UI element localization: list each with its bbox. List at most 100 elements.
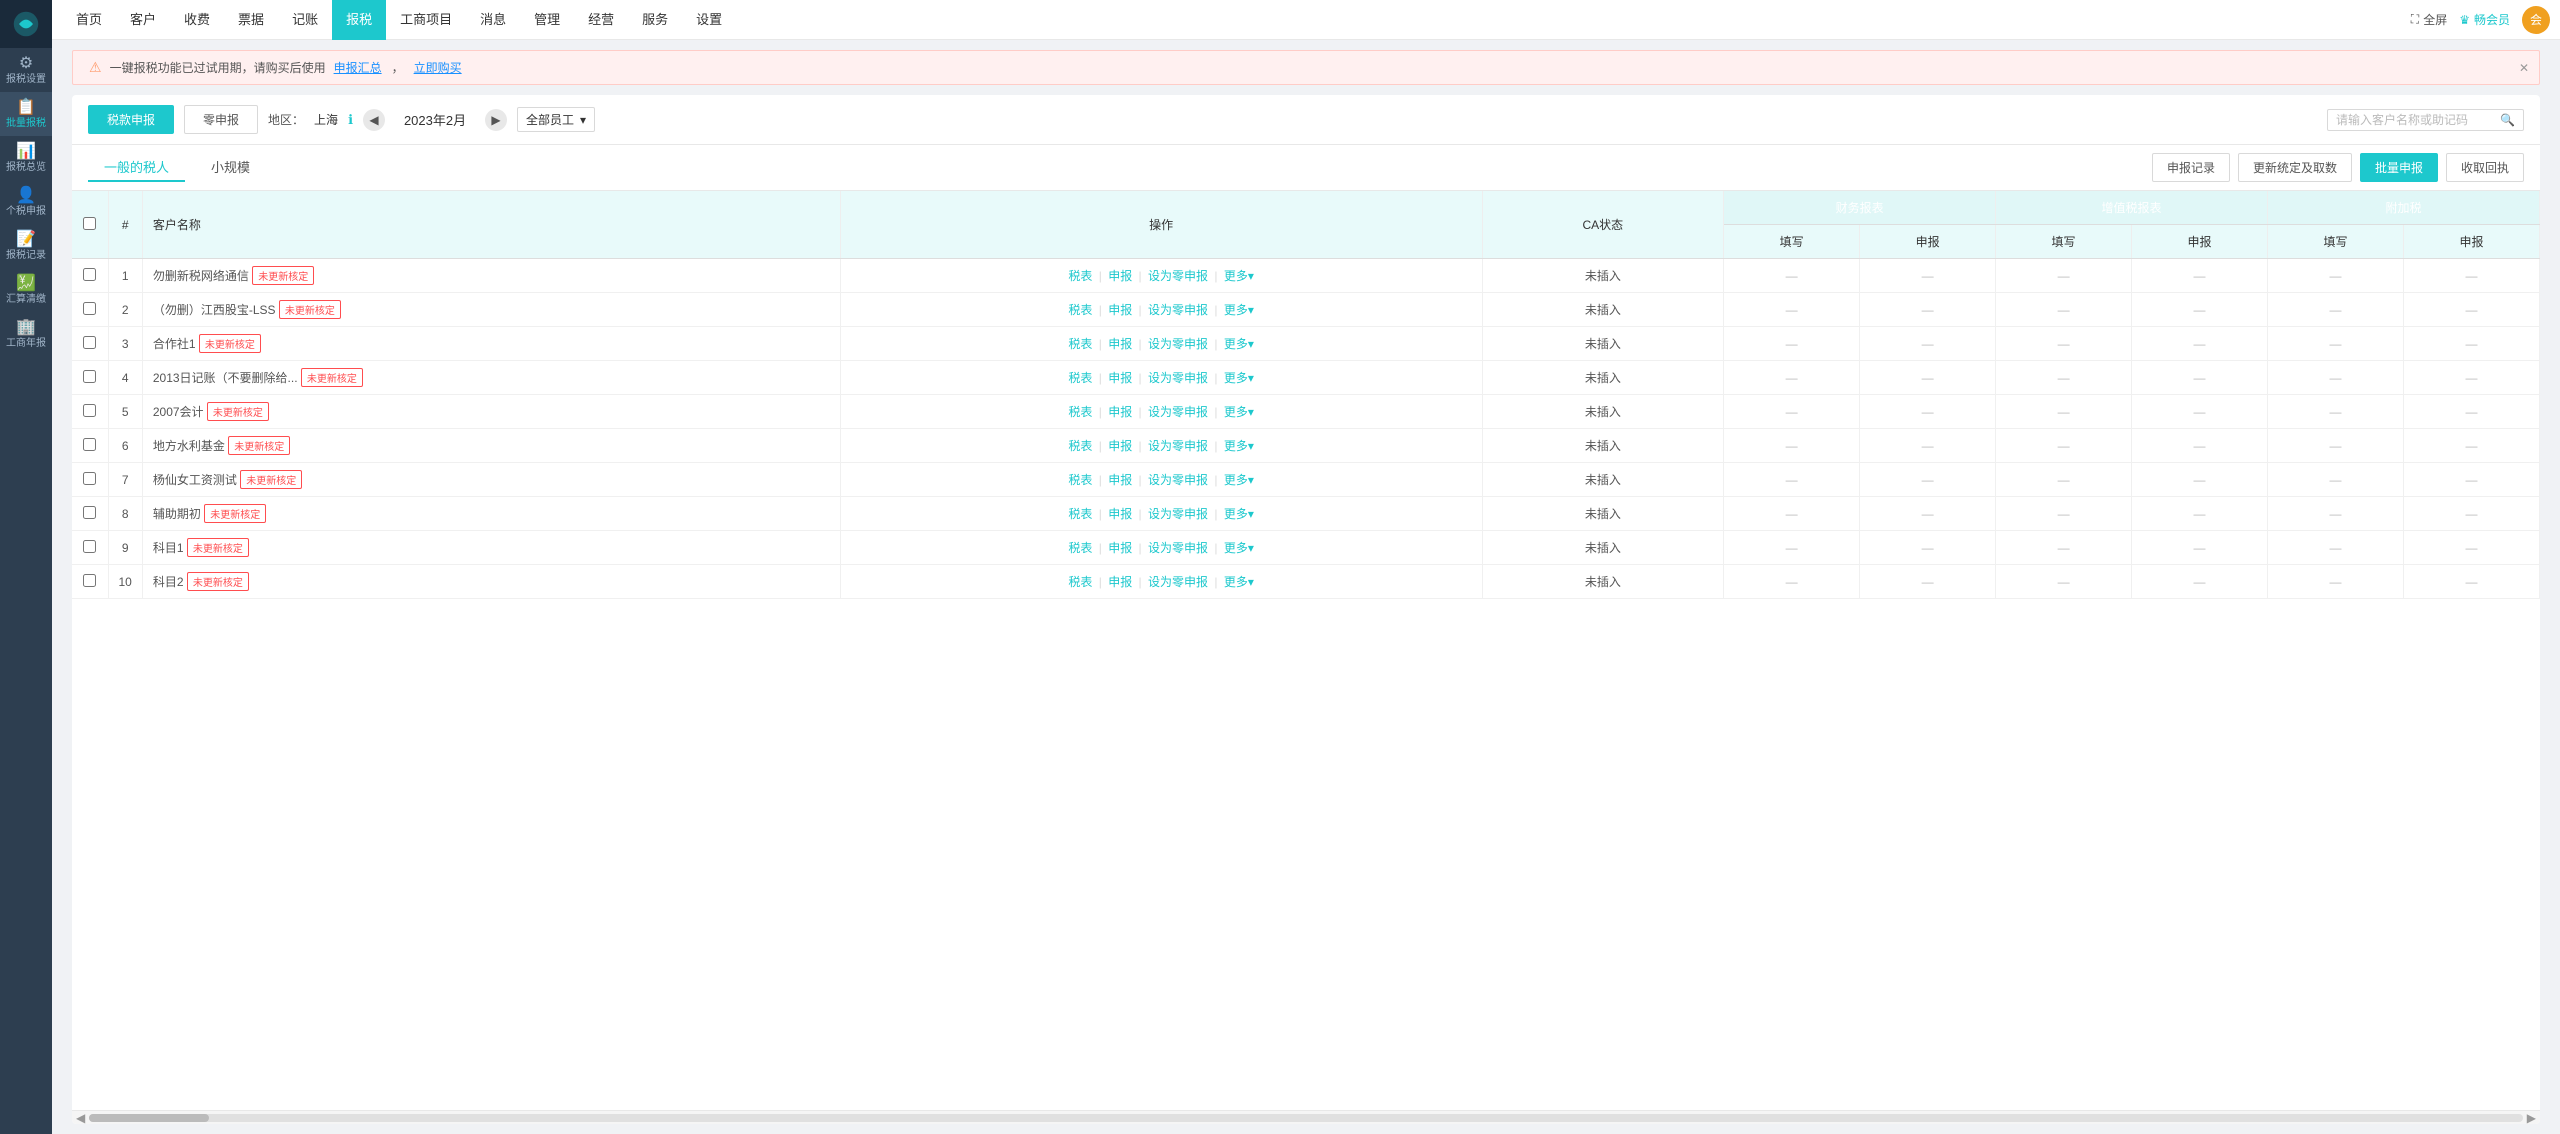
op-zero-declare[interactable]: 设为零申报 [1148, 575, 1208, 589]
fullscreen-button[interactable]: ⛶ 全屏 [2411, 11, 2447, 28]
tab-tax-declaration[interactable]: 税款申报 [88, 105, 174, 134]
row-checkbox[interactable] [83, 506, 96, 519]
op-more[interactable]: 更多▾ [1224, 575, 1254, 589]
row-checkbox[interactable] [83, 574, 96, 587]
tab-general-taxpayer[interactable]: 一般的税人 [88, 153, 185, 182]
op-tax-table[interactable]: 税表 [1068, 371, 1092, 385]
horizontal-scrollbar[interactable]: ◀ ▶ [72, 1110, 2540, 1124]
op-more[interactable]: 更多▾ [1224, 507, 1254, 521]
sidebar-item-tax-records[interactable]: 📝 报税记录 [0, 224, 52, 268]
op-tax-table[interactable]: 税表 [1068, 303, 1092, 317]
op-tax-table[interactable]: 税表 [1068, 507, 1092, 521]
sidebar-item-tax-overview[interactable]: 📊 报税总览 [0, 136, 52, 180]
op-more[interactable]: 更多▾ [1224, 303, 1254, 317]
sidebar-item-batch-tax[interactable]: 📋 批量报税 [0, 92, 52, 136]
nav-settings[interactable]: 设置 [682, 0, 736, 40]
op-declare[interactable]: 申报 [1108, 439, 1132, 453]
row-client-name: （勿删）江西股宝-LSS 未更新核定 [142, 293, 840, 327]
op-declare[interactable]: 申报 [1108, 507, 1132, 521]
row-f4: — [2132, 497, 2268, 531]
op-tax-table[interactable]: 税表 [1068, 439, 1092, 453]
op-more[interactable]: 更多▾ [1224, 337, 1254, 351]
row-checkbox[interactable] [83, 336, 96, 349]
nav-messages[interactable]: 消息 [466, 0, 520, 40]
scroll-left-arrow[interactable]: ◀ [76, 1111, 85, 1125]
next-period-button[interactable]: ▶ [485, 109, 507, 131]
sidebar-item-business-annual[interactable]: 🏢 工商年报 [0, 312, 52, 356]
nav-business-projects[interactable]: 工商项目 [386, 0, 466, 40]
nav-invoice[interactable]: 票据 [224, 0, 278, 40]
nav-home[interactable]: 首页 [62, 0, 116, 40]
avatar[interactable]: 会 [2522, 6, 2550, 34]
op-tax-table[interactable]: 税表 [1068, 541, 1092, 555]
batch-declare-button[interactable]: 批量申报 [2360, 153, 2438, 182]
row-checkbox[interactable] [83, 302, 96, 315]
nav-management[interactable]: 管理 [520, 0, 574, 40]
sidebar-item-annual-calc[interactable]: 💹 汇算清缴 [0, 268, 52, 312]
op-more[interactable]: 更多▾ [1224, 371, 1254, 385]
upgrade-button[interactable]: ♛ 畅会员 [2459, 11, 2510, 28]
row-checkbox[interactable] [83, 370, 96, 383]
sidebar-item-personal-tax[interactable]: 👤 个税申报 [0, 180, 52, 224]
op-more[interactable]: 更多▾ [1224, 439, 1254, 453]
nav-services[interactable]: 服务 [628, 0, 682, 40]
info-icon[interactable]: ℹ [348, 112, 353, 128]
op-declare[interactable]: 申报 [1108, 575, 1132, 589]
retrieve-receipt-button[interactable]: 收取回执 [2446, 153, 2524, 182]
op-zero-declare[interactable]: 设为零申报 [1148, 507, 1208, 521]
col-tax-submit: 申报 [2132, 225, 2268, 259]
nav-billing[interactable]: 收费 [170, 0, 224, 40]
row-operations: 税表 | 申报 | 设为零申报 | 更多▾ [840, 429, 1482, 463]
row-checkbox[interactable] [83, 540, 96, 553]
op-declare[interactable]: 申报 [1108, 269, 1132, 283]
declaration-log-button[interactable]: 申报记录 [2152, 153, 2230, 182]
nav-tax[interactable]: 报税 [332, 0, 386, 40]
op-tax-table[interactable]: 税表 [1068, 405, 1092, 419]
select-all-checkbox[interactable] [83, 217, 96, 230]
row-checkbox[interactable] [83, 438, 96, 451]
search-icon[interactable]: 🔍 [2500, 113, 2515, 127]
op-tax-table[interactable]: 税表 [1068, 337, 1092, 351]
banner-link-buy[interactable]: 立即购买 [414, 59, 462, 76]
op-zero-declare[interactable]: 设为零申报 [1148, 269, 1208, 283]
op-tax-table[interactable]: 税表 [1068, 575, 1092, 589]
op-declare[interactable]: 申报 [1108, 303, 1132, 317]
op-zero-declare[interactable]: 设为零申报 [1148, 337, 1208, 351]
op-zero-declare[interactable]: 设为零申报 [1148, 541, 1208, 555]
op-declare[interactable]: 申报 [1108, 405, 1132, 419]
row-f4: — [2132, 565, 2268, 599]
prev-period-button[interactable]: ◀ [363, 109, 385, 131]
op-more[interactable]: 更多▾ [1224, 269, 1254, 283]
row-checkbox[interactable] [83, 268, 96, 281]
op-declare[interactable]: 申报 [1108, 371, 1132, 385]
op-more[interactable]: 更多▾ [1224, 473, 1254, 487]
op-declare[interactable]: 申报 [1108, 541, 1132, 555]
nav-operations[interactable]: 经营 [574, 0, 628, 40]
op-zero-declare[interactable]: 设为零申报 [1148, 371, 1208, 385]
op-declare[interactable]: 申报 [1108, 473, 1132, 487]
op-more[interactable]: 更多▾ [1224, 541, 1254, 555]
sidebar-item-tax-settings[interactable]: ⚙ 报税设置 [0, 48, 52, 92]
banner-close-button[interactable]: ✕ [2519, 61, 2529, 75]
tab-small-scale[interactable]: 小规模 [195, 153, 266, 182]
op-tax-table[interactable]: 税表 [1068, 473, 1092, 487]
dept-select[interactable]: 全部员工 ▾ [517, 107, 595, 132]
op-zero-declare[interactable]: 设为零申报 [1148, 439, 1208, 453]
row-f5: — [2268, 395, 2404, 429]
nav-clients[interactable]: 客户 [116, 0, 170, 40]
scroll-right-arrow[interactable]: ▶ [2527, 1111, 2536, 1125]
op-zero-declare[interactable]: 设为零申报 [1148, 405, 1208, 419]
op-more[interactable]: 更多▾ [1224, 405, 1254, 419]
op-tax-table[interactable]: 税表 [1068, 269, 1092, 283]
scroll-thumb[interactable] [89, 1114, 209, 1122]
update-data-button[interactable]: 更新统定及取数 [2238, 153, 2352, 182]
row-checkbox[interactable] [83, 404, 96, 417]
op-declare[interactable]: 申报 [1108, 337, 1132, 351]
tab-zero-declaration[interactable]: 零申报 [184, 105, 258, 134]
banner-link-summary[interactable]: 申报汇总 [334, 59, 382, 76]
op-zero-declare[interactable]: 设为零申报 [1148, 473, 1208, 487]
op-zero-declare[interactable]: 设为零申报 [1148, 303, 1208, 317]
nav-bookkeeping[interactable]: 记账 [278, 0, 332, 40]
search-input[interactable] [2336, 113, 2496, 127]
row-checkbox[interactable] [83, 472, 96, 485]
